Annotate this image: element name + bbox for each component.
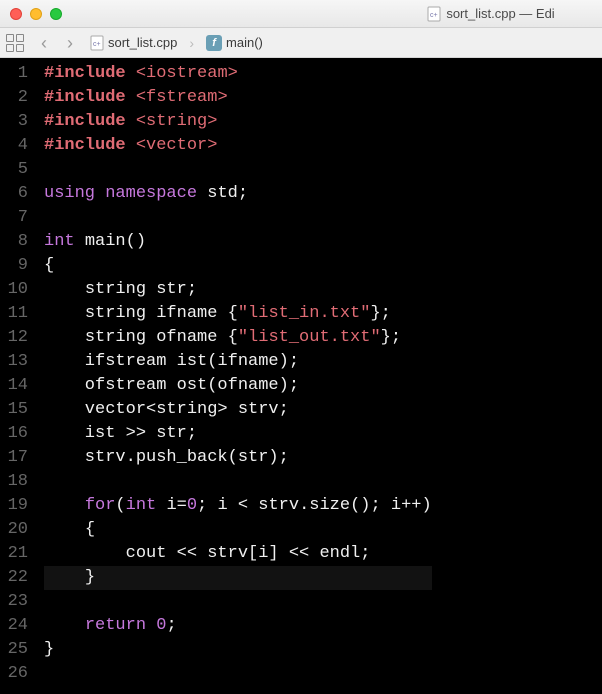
close-icon[interactable] <box>10 8 22 20</box>
line-number: 24 <box>0 614 28 638</box>
line-number: 2 <box>0 86 28 110</box>
code-line[interactable] <box>44 206 432 230</box>
code-line[interactable] <box>44 590 432 614</box>
code-line[interactable]: { <box>44 254 432 278</box>
cpp-file-icon: c+ <box>427 6 441 22</box>
code-line[interactable]: #include <fstream> <box>44 86 432 110</box>
toolbar: ‹ › c+ sort_list.cpp › f main() <box>0 28 602 58</box>
titlebar: c+ sort_list.cpp — Edi <box>0 0 602 28</box>
line-number: 22 <box>0 566 28 590</box>
window-title-text: sort_list.cpp — Edi <box>446 6 554 21</box>
breadcrumb-symbol[interactable]: f main() <box>202 33 267 53</box>
code-line[interactable]: return 0; <box>44 614 432 638</box>
code-line[interactable]: string ofname {"list_out.txt"}; <box>44 326 432 350</box>
code-line[interactable]: string ifname {"list_in.txt"}; <box>44 302 432 326</box>
svg-text:c+: c+ <box>93 41 101 48</box>
code-line[interactable]: ifstream ist(ifname); <box>44 350 432 374</box>
line-number: 16 <box>0 422 28 446</box>
line-number: 5 <box>0 158 28 182</box>
code-line[interactable]: cout << strv[i] << endl; <box>44 542 432 566</box>
code-line[interactable]: #include <vector> <box>44 134 432 158</box>
cpp-file-icon: c+ <box>90 35 104 51</box>
line-number: 26 <box>0 662 28 686</box>
line-number: 12 <box>0 326 28 350</box>
code-line[interactable]: string str; <box>44 278 432 302</box>
code-line[interactable]: } <box>44 566 432 590</box>
code-line[interactable]: strv.push_back(str); <box>44 446 432 470</box>
window-controls <box>10 8 62 20</box>
line-number: 7 <box>0 206 28 230</box>
code-line[interactable]: } <box>44 638 432 662</box>
line-number: 9 <box>0 254 28 278</box>
line-number: 3 <box>0 110 28 134</box>
line-number: 6 <box>0 182 28 206</box>
code-editor[interactable]: 1234567891011121314151617181920212223242… <box>0 58 602 694</box>
line-number: 11 <box>0 302 28 326</box>
line-number: 18 <box>0 470 28 494</box>
function-icon: f <box>206 35 222 51</box>
code-line[interactable]: #include <string> <box>44 110 432 134</box>
line-number: 25 <box>0 638 28 662</box>
line-number: 14 <box>0 374 28 398</box>
code-line[interactable] <box>44 158 432 182</box>
code-line[interactable] <box>44 662 432 686</box>
window-title: c+ sort_list.cpp — Edi <box>0 6 602 22</box>
line-number: 17 <box>0 446 28 470</box>
code-line[interactable]: using namespace std; <box>44 182 432 206</box>
nav-back-icon[interactable]: ‹ <box>34 34 54 52</box>
code-line[interactable]: { <box>44 518 432 542</box>
line-number-gutter: 1234567891011121314151617181920212223242… <box>0 58 36 694</box>
breadcrumb-symbol-label: main() <box>226 35 263 50</box>
code-line[interactable]: vector<string> strv; <box>44 398 432 422</box>
code-line[interactable]: ofstream ost(ofname); <box>44 374 432 398</box>
breadcrumb-file[interactable]: c+ sort_list.cpp <box>86 33 181 53</box>
code-line[interactable] <box>44 470 432 494</box>
line-number: 1 <box>0 62 28 86</box>
code-line[interactable]: for(int i=0; i < strv.size(); i++) <box>44 494 432 518</box>
zoom-icon[interactable] <box>50 8 62 20</box>
line-number: 15 <box>0 398 28 422</box>
line-number: 21 <box>0 542 28 566</box>
minimize-icon[interactable] <box>30 8 42 20</box>
svg-text:c+: c+ <box>430 12 438 19</box>
line-number: 19 <box>0 494 28 518</box>
line-number: 20 <box>0 518 28 542</box>
breadcrumb-file-label: sort_list.cpp <box>108 35 177 50</box>
line-number: 23 <box>0 590 28 614</box>
chevron-right-icon: › <box>187 35 196 51</box>
related-items-icon[interactable] <box>6 34 24 52</box>
code-area[interactable]: #include <iostream>#include <fstream>#in… <box>36 58 432 694</box>
code-line[interactable]: ist >> str; <box>44 422 432 446</box>
code-line[interactable]: #include <iostream> <box>44 62 432 86</box>
code-line[interactable]: int main() <box>44 230 432 254</box>
line-number: 4 <box>0 134 28 158</box>
line-number: 10 <box>0 278 28 302</box>
line-number: 8 <box>0 230 28 254</box>
nav-forward-icon[interactable]: › <box>60 34 80 52</box>
line-number: 13 <box>0 350 28 374</box>
